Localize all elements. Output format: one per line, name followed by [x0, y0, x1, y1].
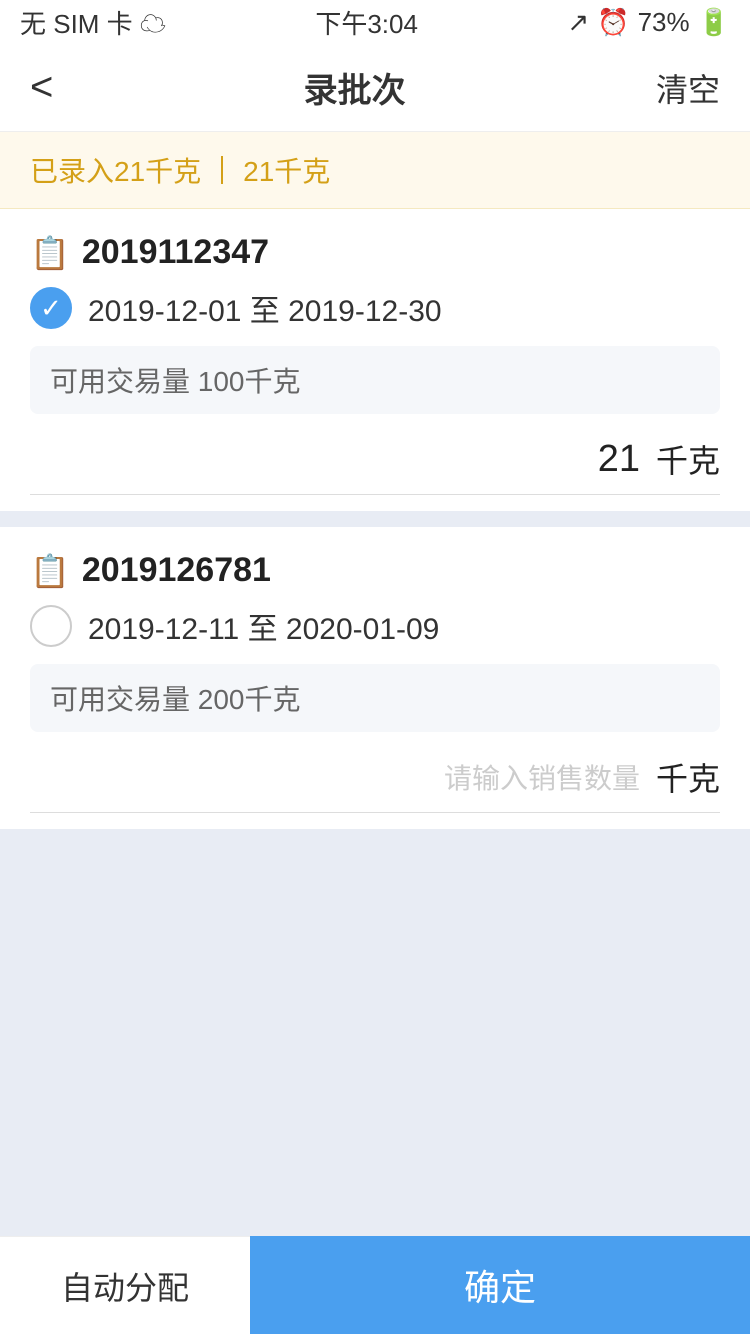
batch-card-2: 📋 2019126781 2019-12-11 至 2020-01-09 可用交… — [0, 527, 750, 829]
batch-header-1: 📋 2019112347 — [0, 209, 750, 280]
status-time: 下午3:04 — [315, 4, 418, 41]
section-divider-1 — [0, 511, 750, 527]
status-left: 无 SIM 卡 ☁ — [20, 4, 166, 41]
qty-unit-2: 千克 — [656, 754, 720, 800]
batch-icon-2: 📋 — [30, 552, 70, 590]
qty-unit-1: 千克 — [656, 436, 720, 482]
clear-button[interactable]: 清空 — [656, 65, 720, 111]
summary-banner: 已录入21千克 21千克 — [0, 132, 750, 209]
batch-qty-row-1: 可用交易量 100千克 — [30, 346, 720, 414]
bottom-bar: 自动分配 确定 — [0, 1236, 750, 1334]
qty-input-2[interactable] — [197, 758, 640, 797]
batch-date-2: 2019-12-11 至 2020-01-09 — [88, 604, 439, 648]
battery-text: 73% — [638, 7, 690, 38]
qty-value-1: 21 — [598, 438, 640, 481]
batch-date-row-1[interactable]: ✓ 2019-12-01 至 2019-12-30 — [0, 280, 750, 336]
radio-unchecked-2[interactable] — [30, 605, 72, 647]
page-title: 录批次 — [304, 63, 406, 112]
nav-bar: < 录批次 清空 — [0, 44, 750, 132]
alarm-icon: ⏰ — [597, 7, 629, 38]
total-label: 21千克 — [243, 150, 330, 190]
back-button[interactable]: < — [30, 65, 53, 110]
no-sim-text: 无 SIM 卡 ☁ — [20, 4, 166, 41]
empty-space — [0, 845, 750, 1285]
location-icon: ↗ — [567, 7, 589, 38]
batch-qty-text-1: 可用交易量 100千克 — [50, 366, 301, 397]
recorded-label: 已录入21千克 — [30, 150, 201, 190]
batch-header-2: 📋 2019126781 — [0, 527, 750, 598]
section-divider-2 — [0, 829, 750, 845]
status-bar: 无 SIM 卡 ☁ 下午3:04 ↗ ⏰ 73% 🔋 — [0, 0, 750, 44]
confirm-button[interactable]: 确定 — [250, 1236, 750, 1334]
battery-icon: 🔋 — [698, 7, 730, 38]
batch-qty-row-2: 可用交易量 200千克 — [30, 664, 720, 732]
check-icon-1: ✓ — [40, 293, 62, 324]
auto-distribute-button[interactable]: 自动分配 — [0, 1236, 250, 1334]
batch-id-2: 2019126781 — [82, 551, 271, 590]
batch-card-1: 📋 2019112347 ✓ 2019-12-01 至 2019-12-30 可… — [0, 209, 750, 511]
radio-checked-1[interactable]: ✓ — [30, 287, 72, 329]
batch-date-row-2[interactable]: 2019-12-11 至 2020-01-09 — [0, 598, 750, 654]
batch-icon-1: 📋 — [30, 234, 70, 272]
batch-date-1: 2019-12-01 至 2019-12-30 — [88, 286, 442, 330]
batch-id-1: 2019112347 — [82, 233, 269, 272]
summary-divider — [221, 156, 223, 184]
status-right: ↗ ⏰ 73% 🔋 — [567, 7, 730, 38]
batch-qty-text-2: 可用交易量 200千克 — [50, 684, 301, 715]
